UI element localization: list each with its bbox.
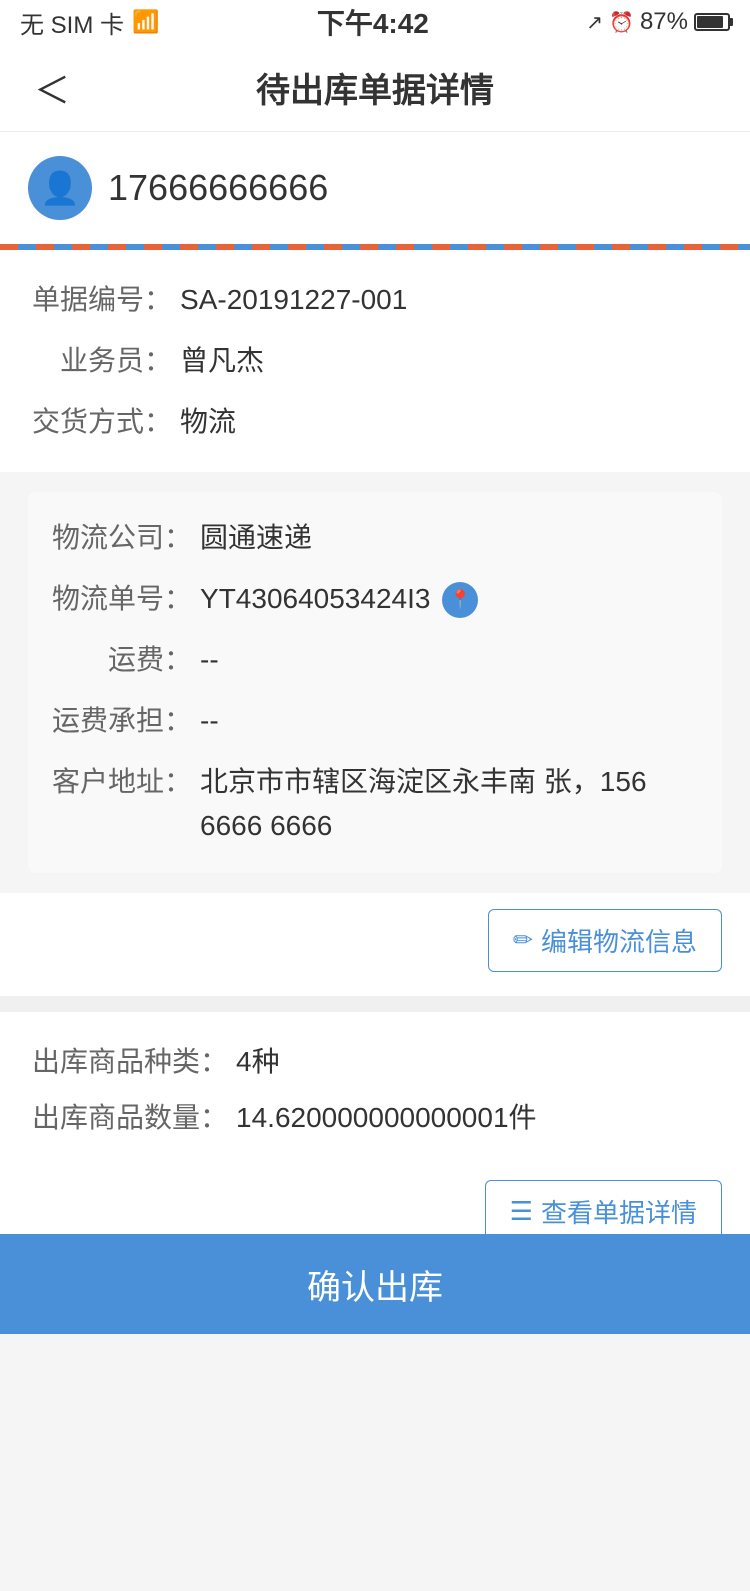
wifi-icon: 📶 <box>132 9 159 35</box>
nav-bar: ＜ 待出库单据详情 <box>0 44 750 132</box>
freight-bear-row: 运费承担： -- <box>52 699 698 744</box>
goods-types-value: 4种 <box>228 1040 280 1080</box>
address-label: 客户地址： <box>52 760 192 805</box>
freight-row: 运费： -- <box>52 638 698 683</box>
section-separator <box>0 996 750 1012</box>
back-button[interactable]: ＜ <box>24 52 80 124</box>
address-row: 客户地址： 北京市市辖区海淀区永丰南 张，156 6666 6666 <box>52 760 698 850</box>
edit-btn-label: 编辑物流信息 <box>541 922 697 959</box>
company-row: 物流公司： 圆通速递 <box>52 516 698 561</box>
avatar-icon: 👤 <box>40 169 80 207</box>
battery-icon <box>694 13 730 31</box>
avatar: 👤 <box>28 156 92 220</box>
goods-section: 出库商品种类： 4种 出库商品数量： 14.620000000000001件 <box>0 1012 750 1164</box>
carrier-text: 无 SIM 卡 <box>20 5 124 40</box>
confirm-btn-label: 确认出库 <box>307 1260 443 1309</box>
status-right: ↗ ⏰ 87% <box>586 8 730 36</box>
page-title: 待出库单据详情 <box>256 63 494 112</box>
order-no-label: 单据编号： <box>32 278 172 323</box>
status-carrier: 无 SIM 卡 📶 <box>20 5 159 40</box>
delivery-row: 交货方式： 物流 <box>32 400 718 445</box>
tracking-label: 物流单号： <box>52 577 192 622</box>
location-icon: ↗ <box>586 10 603 35</box>
battery-text: 87% <box>640 8 688 36</box>
address-value: 北京市市辖区海淀区永丰南 张，156 6666 6666 <box>192 760 698 850</box>
freight-label: 运费： <box>52 638 192 683</box>
edit-logistics-button[interactable]: ✏ 编辑物流信息 <box>488 909 722 972</box>
delivery-value: 物流 <box>172 400 718 445</box>
salesman-label: 业务员： <box>32 339 172 384</box>
tracking-value: YT43064053424I3 <box>200 577 430 622</box>
logistics-box: 物流公司： 圆通速递 物流单号： YT43064053424I3 📍 运费： -… <box>28 492 722 873</box>
company-value: 圆通速递 <box>192 516 698 561</box>
freight-bear-value: -- <box>192 699 698 744</box>
list-icon: ☰ <box>510 1196 533 1227</box>
status-bar: 无 SIM 卡 📶 下午4:42 ↗ ⏰ 87% <box>0 0 750 44</box>
goods-qty-label: 出库商品数量： <box>32 1096 228 1136</box>
order-no-row: 单据编号： SA-20191227-001 <box>32 278 718 323</box>
order-info-section: 单据编号： SA-20191227-001 业务员： 曾凡杰 交货方式： 物流 <box>0 250 750 472</box>
goods-types-label: 出库商品种类： <box>32 1040 228 1080</box>
edit-icon: ✏ <box>513 926 533 955</box>
order-no-value: SA-20191227-001 <box>172 278 718 323</box>
tracking-row: 物流单号： YT43064053424I3 📍 <box>52 577 698 622</box>
goods-types-row: 出库商品种类： 4种 <box>32 1040 718 1080</box>
tracking-value-row: YT43064053424I3 📍 <box>192 577 698 622</box>
alarm-icon: ⏰ <box>609 10 634 35</box>
company-label: 物流公司： <box>52 516 192 561</box>
map-pin-icon[interactable]: 📍 <box>442 582 478 618</box>
edit-btn-row: ✏ 编辑物流信息 <box>0 893 750 996</box>
salesman-value: 曾凡杰 <box>172 339 718 384</box>
confirm-btn-area[interactable]: 确认出库 <box>0 1234 750 1334</box>
salesman-row: 业务员： 曾凡杰 <box>32 339 718 384</box>
customer-section: 👤 17666666666 <box>0 132 750 244</box>
freight-value: -- <box>192 638 698 683</box>
customer-row: 👤 17666666666 <box>28 156 722 220</box>
content-area: 👤 17666666666 单据编号： SA-20191227-001 业务员：… <box>0 132 750 1591</box>
customer-phone: 17666666666 <box>108 167 328 209</box>
view-btn-label: 查看单据详情 <box>541 1193 697 1230</box>
status-time: 下午4:42 <box>317 2 429 42</box>
delivery-label: 交货方式： <box>32 400 172 445</box>
goods-qty-row: 出库商品数量： 14.620000000000001件 <box>32 1096 718 1136</box>
freight-bear-label: 运费承担： <box>52 699 192 744</box>
goods-qty-value: 14.620000000000001件 <box>228 1096 537 1136</box>
